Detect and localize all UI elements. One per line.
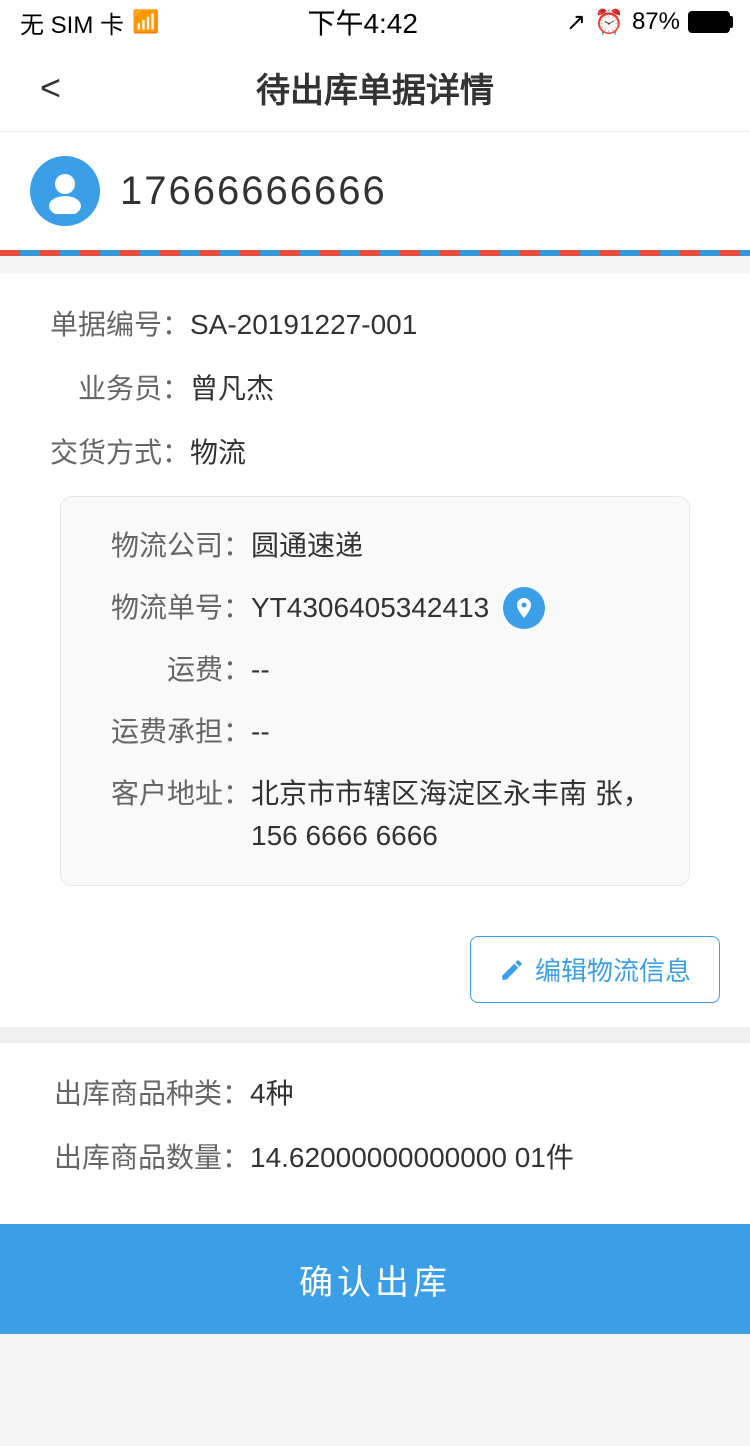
status-bar: 无 SIM 卡 📶 下午4:42 ↗ ⏰ 87% (0, 0, 750, 44)
tracking-number-text: YT4306405342413 (251, 587, 489, 629)
goods-section: 出库商品种类： 4种 出库商品数量： 14.62000000000000 01件 (0, 1043, 750, 1209)
freight-bear-label: 运费承担： (91, 711, 251, 753)
goods-category-row: 出库商品种类： 4种 (30, 1073, 720, 1115)
address-value: 北京市市辖区海淀区永丰南 张，156 6666 6666 (251, 773, 659, 857)
address-label: 客户地址： (91, 773, 251, 815)
address-row: 客户地址： 北京市市辖区海淀区永丰南 张，156 6666 6666 (91, 773, 659, 857)
location-icon: ↗ (566, 8, 586, 37)
order-number-value: SA-20191227-001 (190, 304, 720, 346)
avatar (30, 156, 100, 226)
bottom-spacer (0, 1326, 750, 1446)
tracking-number-row: 物流单号： YT4306405342413 (91, 587, 659, 629)
goods-quantity-label: 出库商品数量： (30, 1137, 250, 1179)
order-info-section: 单据编号： SA-20191227-001 业务员： 曾凡杰 交货方式： 物流 … (0, 274, 750, 916)
order-number-label: 单据编号： (30, 304, 190, 346)
goods-category-value: 4种 (250, 1073, 720, 1115)
freight-bear-value: -- (251, 711, 659, 753)
order-number-row: 单据编号： SA-20191227-001 (30, 304, 720, 346)
salesman-label: 业务员： (30, 368, 190, 410)
confirm-btn-label: 确认出库 (299, 1255, 451, 1304)
goods-quantity-row: 出库商品数量： 14.62000000000000 01件 (30, 1137, 720, 1179)
battery-icon (688, 11, 730, 33)
wifi-icon: 📶 (132, 9, 159, 35)
logistics-card: 物流公司： 圆通速递 物流单号： YT4306405342413 运费： -- … (60, 496, 690, 886)
confirm-btn-bar[interactable]: 确认出库 (0, 1224, 750, 1334)
user-header: 17666666666 (0, 132, 750, 250)
status-time: 下午4:42 (307, 2, 418, 42)
edit-icon (499, 957, 525, 983)
logistics-company-label: 物流公司： (91, 525, 251, 567)
freight-bear-row: 运费承担： -- (91, 711, 659, 753)
edit-logistics-label: 编辑物流信息 (535, 951, 691, 988)
avatar-icon (42, 168, 88, 214)
freight-row: 运费： -- (91, 649, 659, 691)
salesman-value: 曾凡杰 (190, 368, 720, 410)
alarm-icon: ⏰ (594, 8, 624, 37)
carrier-text: 无 SIM 卡 (20, 5, 124, 40)
status-right: ↗ ⏰ 87% (566, 8, 730, 37)
edit-logistics-button[interactable]: 编辑物流信息 (470, 936, 720, 1003)
delivery-row: 交货方式： 物流 (30, 432, 720, 474)
tracking-value: YT4306405342413 (251, 587, 659, 629)
edit-btn-row: 编辑物流信息 (0, 916, 750, 1027)
logistics-company-row: 物流公司： 圆通速递 (91, 525, 659, 567)
logistics-company-value: 圆通速递 (251, 525, 659, 567)
user-phone: 17666666666 (120, 169, 387, 214)
goods-quantity-value: 14.62000000000000 01件 (250, 1137, 720, 1179)
delivery-value: 物流 (190, 432, 720, 474)
back-button[interactable]: < (30, 57, 71, 119)
goods-category-label: 出库商品种类： (30, 1073, 250, 1115)
tracking-label: 物流单号： (91, 587, 251, 629)
status-left: 无 SIM 卡 📶 (20, 5, 159, 40)
location-icon (512, 596, 536, 620)
freight-value: -- (251, 649, 659, 691)
nav-bar: < 待出库单据详情 (0, 44, 750, 132)
salesman-row: 业务员： 曾凡杰 (30, 368, 720, 410)
page-title: 待出库单据详情 (256, 63, 494, 112)
dashed-separator (0, 250, 750, 256)
tracking-location-button[interactable] (503, 587, 545, 629)
battery-text: 87% (632, 8, 680, 36)
section-divider (0, 1027, 750, 1043)
freight-label: 运费： (91, 649, 251, 691)
delivery-label: 交货方式： (30, 432, 190, 474)
